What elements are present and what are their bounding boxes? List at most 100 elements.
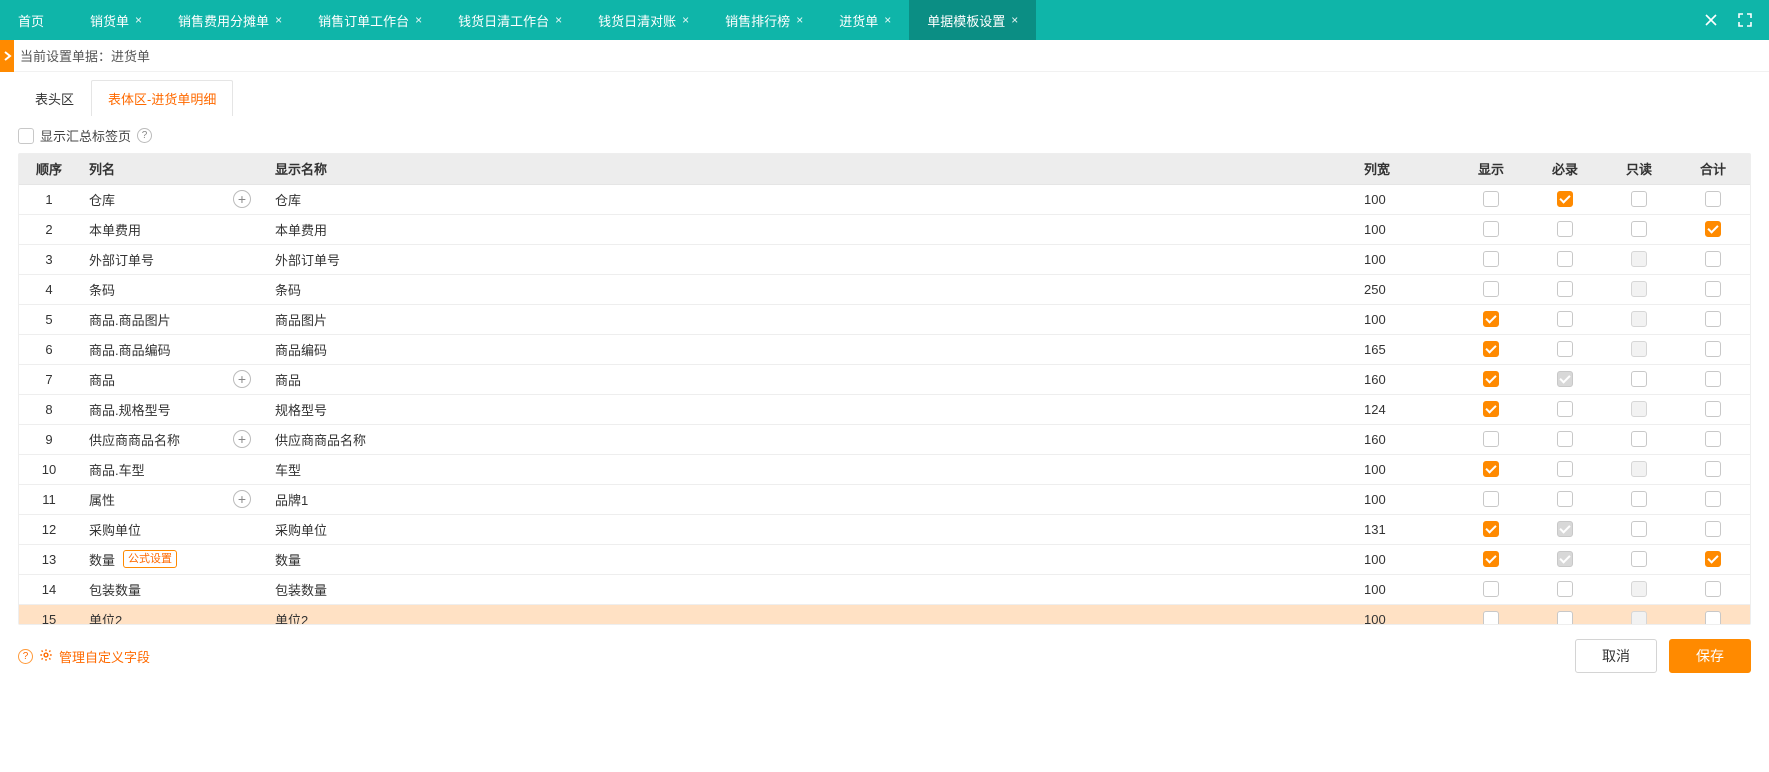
- cell-width[interactable]: 100: [1354, 244, 1454, 274]
- checkbox[interactable]: [1631, 521, 1647, 537]
- close-icon[interactable]: ×: [275, 13, 282, 27]
- cell-width[interactable]: 100: [1354, 214, 1454, 244]
- cell-display-name[interactable]: 包装数量: [265, 574, 1354, 604]
- cell-width[interactable]: 100: [1354, 544, 1454, 574]
- table-row[interactable]: 6商品.商品编码商品编码165: [19, 334, 1750, 364]
- checkbox[interactable]: [1557, 491, 1573, 507]
- table-row[interactable]: 2本单费用本单费用100: [19, 214, 1750, 244]
- table-row[interactable]: 13数量公式设置数量100: [19, 544, 1750, 574]
- table-row[interactable]: 14包装数量包装数量100: [19, 574, 1750, 604]
- cell-display-name[interactable]: 商品图片: [265, 304, 1354, 334]
- table-row[interactable]: 7商品+商品160: [19, 364, 1750, 394]
- close-icon[interactable]: ×: [682, 13, 689, 27]
- cell-display-name[interactable]: 车型: [265, 454, 1354, 484]
- top-tab[interactable]: 钱货日清工作台×: [440, 0, 580, 40]
- close-icon[interactable]: ×: [796, 13, 803, 27]
- checkbox[interactable]: [1483, 371, 1499, 387]
- checkbox[interactable]: [1705, 401, 1721, 417]
- checkbox[interactable]: [1483, 401, 1499, 417]
- checkbox[interactable]: [1631, 371, 1647, 387]
- top-tab[interactable]: 进货单×: [821, 0, 909, 40]
- top-tab[interactable]: 单据模板设置×: [909, 0, 1036, 40]
- checkbox[interactable]: [1705, 581, 1721, 597]
- checkbox[interactable]: [1705, 281, 1721, 297]
- checkbox[interactable]: [1705, 611, 1721, 624]
- table-row[interactable]: 12采购单位采购单位131: [19, 514, 1750, 544]
- cell-display-name[interactable]: 数量: [265, 544, 1354, 574]
- top-tab[interactable]: 销售订单工作台×: [300, 0, 440, 40]
- close-icon[interactable]: ×: [415, 13, 422, 27]
- table-row[interactable]: 15单位2单位2100: [19, 604, 1750, 624]
- cell-display-name[interactable]: 采购单位: [265, 514, 1354, 544]
- top-tab[interactable]: 销售费用分摊单×: [160, 0, 300, 40]
- checkbox[interactable]: [1631, 221, 1647, 237]
- add-icon[interactable]: +: [233, 490, 251, 508]
- cell-width[interactable]: 100: [1354, 574, 1454, 604]
- checkbox[interactable]: [1483, 581, 1499, 597]
- checkbox[interactable]: [1705, 551, 1721, 567]
- checkbox[interactable]: [1705, 341, 1721, 357]
- cell-display-name[interactable]: 商品编码: [265, 334, 1354, 364]
- manage-custom-fields-link[interactable]: 管理自定义字段: [59, 647, 150, 666]
- checkbox[interactable]: [1557, 191, 1573, 207]
- checkbox[interactable]: [1557, 401, 1573, 417]
- checkbox[interactable]: [1483, 221, 1499, 237]
- checkbox[interactable]: [1557, 311, 1573, 327]
- cancel-button[interactable]: 取消: [1575, 639, 1657, 673]
- checkbox[interactable]: [1557, 461, 1573, 477]
- cell-width[interactable]: 165: [1354, 334, 1454, 364]
- checkbox[interactable]: [1557, 221, 1573, 237]
- checkbox[interactable]: [1483, 191, 1499, 207]
- table-row[interactable]: 5商品.商品图片商品图片100: [19, 304, 1750, 334]
- cell-display-name[interactable]: 条码: [265, 274, 1354, 304]
- section-tab[interactable]: 表头区: [18, 80, 91, 116]
- cell-width[interactable]: 160: [1354, 424, 1454, 454]
- checkbox[interactable]: [1705, 461, 1721, 477]
- cell-display-name[interactable]: 本单费用: [265, 214, 1354, 244]
- top-tab[interactable]: 首页: [0, 0, 72, 40]
- add-icon[interactable]: +: [233, 190, 251, 208]
- checkbox[interactable]: [1705, 251, 1721, 267]
- cell-display-name[interactable]: 外部订单号: [265, 244, 1354, 274]
- cell-width[interactable]: 100: [1354, 484, 1454, 514]
- cell-width[interactable]: 100: [1354, 604, 1454, 624]
- checkbox[interactable]: [1557, 581, 1573, 597]
- checkbox[interactable]: [1705, 371, 1721, 387]
- close-icon[interactable]: ×: [1011, 13, 1018, 27]
- section-tab[interactable]: 表体区-进货单明细: [91, 80, 233, 116]
- cell-display-name[interactable]: 单位2: [265, 604, 1354, 624]
- cell-display-name[interactable]: 仓库: [265, 184, 1354, 214]
- checkbox[interactable]: [1483, 311, 1499, 327]
- close-icon[interactable]: ×: [555, 13, 562, 27]
- table-row[interactable]: 10商品.车型车型100: [19, 454, 1750, 484]
- cell-display-name[interactable]: 供应商商品名称: [265, 424, 1354, 454]
- checkbox[interactable]: [1483, 551, 1499, 567]
- checkbox[interactable]: [1483, 281, 1499, 297]
- cell-width[interactable]: 100: [1354, 454, 1454, 484]
- checkbox[interactable]: [1631, 551, 1647, 567]
- save-button[interactable]: 保存: [1669, 639, 1751, 673]
- close-icon[interactable]: ×: [884, 13, 891, 27]
- table-row[interactable]: 1仓库+仓库100: [19, 184, 1750, 214]
- checkbox[interactable]: [1705, 521, 1721, 537]
- checkbox[interactable]: [1557, 251, 1573, 267]
- checkbox[interactable]: [1705, 311, 1721, 327]
- table-row[interactable]: 8商品.规格型号规格型号124: [19, 394, 1750, 424]
- checkbox[interactable]: [1483, 431, 1499, 447]
- checkbox[interactable]: [1631, 191, 1647, 207]
- checkbox[interactable]: [1483, 341, 1499, 357]
- checkbox[interactable]: [1557, 431, 1573, 447]
- cell-width[interactable]: 100: [1354, 304, 1454, 334]
- add-icon[interactable]: +: [233, 370, 251, 388]
- top-tab[interactable]: 钱货日清对账×: [580, 0, 707, 40]
- checkbox[interactable]: [1483, 521, 1499, 537]
- top-tab[interactable]: 销售排行榜×: [707, 0, 821, 40]
- gear-icon[interactable]: [39, 648, 53, 665]
- cell-display-name[interactable]: 商品: [265, 364, 1354, 394]
- formula-tag[interactable]: 公式设置: [123, 550, 177, 568]
- checkbox[interactable]: [1631, 491, 1647, 507]
- cell-width[interactable]: 160: [1354, 364, 1454, 394]
- checkbox[interactable]: [1483, 611, 1499, 624]
- close-icon[interactable]: ×: [135, 13, 142, 27]
- checkbox[interactable]: [1705, 431, 1721, 447]
